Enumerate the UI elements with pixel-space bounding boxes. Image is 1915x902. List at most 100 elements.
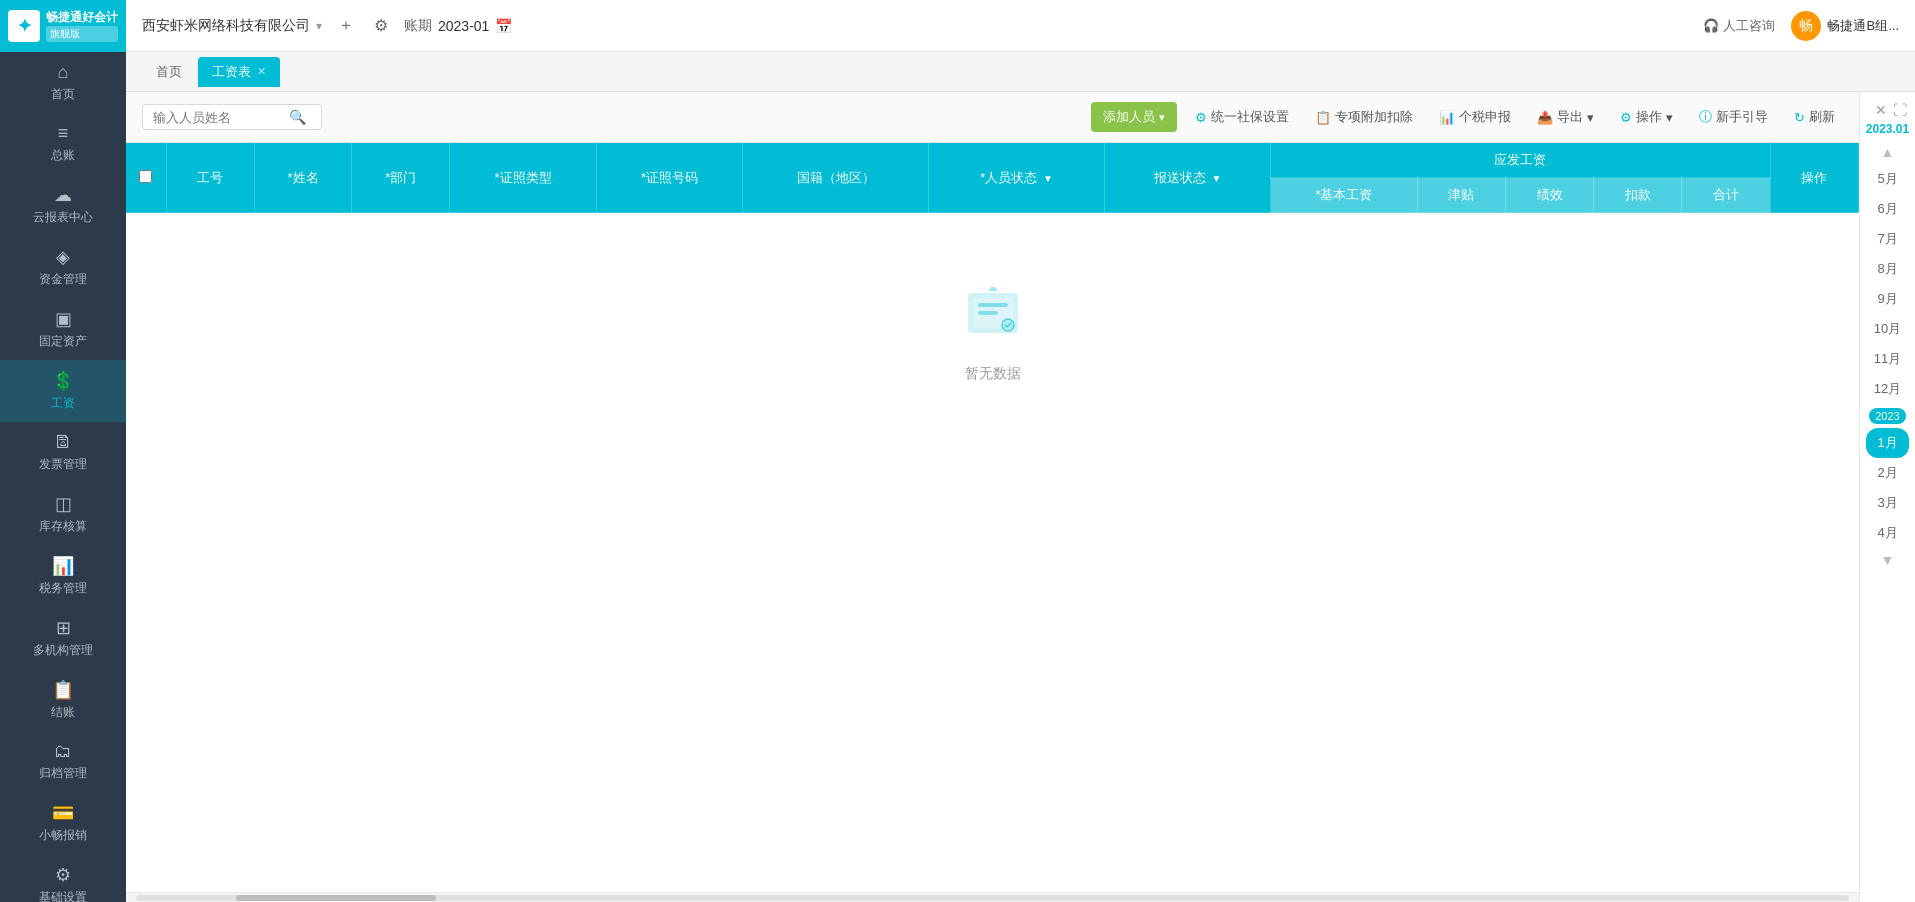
- close-accounts-icon: 📋: [52, 679, 74, 701]
- main-area: 西安虾米网络科技有限公司 ▾ ＋ ⚙ 账期 2023-01 📅 🎧 人工咨询 畅…: [126, 0, 1915, 902]
- home-icon: ⌂: [58, 62, 69, 83]
- month-item-3[interactable]: 3月: [1860, 488, 1915, 518]
- status-filter-icon[interactable]: ▼: [1043, 173, 1053, 184]
- month-item-9[interactable]: 9月: [1860, 284, 1915, 314]
- export-button[interactable]: 📤 导出 ▾: [1529, 104, 1602, 130]
- operations-button[interactable]: ⚙ 操作 ▾: [1612, 104, 1681, 130]
- topbar: 西安虾米网络科技有限公司 ▾ ＋ ⚙ 账期 2023-01 📅 🎧 人工咨询 畅…: [126, 0, 1915, 52]
- calendar-icon[interactable]: 📅: [495, 18, 512, 34]
- th-name: *姓名: [254, 143, 352, 213]
- company-name: 西安虾米网络科技有限公司: [142, 17, 310, 35]
- nav-menu: ⌂ 首页 ≡ 总账 ☁ 云报表中心 ◈ 资金管理 ▣ 固定资产 💲 工资 🖺 发…: [0, 52, 126, 902]
- user-name: 畅捷通B组...: [1827, 17, 1899, 35]
- export-icon: 📤: [1537, 110, 1553, 125]
- th-dept: *部门: [352, 143, 450, 213]
- salary-label: 工资: [51, 395, 75, 412]
- sidebar-item-tax[interactable]: 📊 税务管理: [0, 545, 126, 607]
- user-info[interactable]: 畅 畅捷通B组...: [1791, 11, 1899, 41]
- search-input[interactable]: [153, 110, 283, 125]
- th-status: *人员状态 ▼: [929, 143, 1105, 213]
- cloud-icon: ☁: [54, 184, 72, 206]
- tab-salary[interactable]: 工资表 ✕: [198, 57, 280, 87]
- inventory-icon: ◫: [55, 493, 72, 515]
- th-job-num: 工号: [166, 143, 254, 213]
- sidebar-item-salary[interactable]: 💲 工资: [0, 360, 126, 422]
- tab-home[interactable]: 首页: [142, 57, 196, 87]
- select-all-checkbox[interactable]: [139, 170, 152, 183]
- month-item-10[interactable]: 10月: [1860, 314, 1915, 344]
- extra-deduct-label: 专项附加扣除: [1335, 108, 1413, 126]
- toolbar: 🔍 添加人员 ▾ ⚙ 统一社保设置 📋 专项附加扣除: [126, 92, 1859, 143]
- refresh-button[interactable]: ↻ 刷新: [1786, 104, 1843, 130]
- tabbar: 首页 工资表 ✕: [126, 52, 1915, 92]
- sidebar-item-invoice[interactable]: 🖺 发票管理: [0, 422, 126, 483]
- month-item-12[interactable]: 12月: [1860, 374, 1915, 404]
- sidebar-item-fixed-assets[interactable]: ▣ 固定资产: [0, 298, 126, 360]
- social-security-button[interactable]: ⚙ 统一社保设置: [1187, 104, 1297, 130]
- add-person-button[interactable]: 添加人员 ▾: [1091, 102, 1177, 132]
- cloud-label: 云报表中心: [33, 209, 93, 226]
- tax-label: 税务管理: [39, 580, 87, 597]
- month-item-4[interactable]: 4月: [1860, 518, 1915, 548]
- service-button[interactable]: 🎧 人工咨询: [1703, 17, 1775, 35]
- search-icon: 🔍: [289, 109, 306, 125]
- extra-deduct-icon: 📋: [1315, 110, 1331, 125]
- bottom-scrollbar[interactable]: [126, 892, 1859, 902]
- fund-icon: ◈: [56, 246, 70, 268]
- empty-icon: [953, 273, 1033, 353]
- th-checkbox[interactable]: [126, 143, 166, 213]
- month-item-7[interactable]: 7月: [1860, 224, 1915, 254]
- sidebar-item-settings[interactable]: ⚙ 基础设置: [0, 854, 126, 902]
- avatar: 畅: [1791, 11, 1821, 41]
- guide-button[interactable]: ⓘ 新手引导: [1691, 104, 1776, 130]
- empty-illustration: [953, 273, 1033, 353]
- sidebar-item-fund[interactable]: ◈ 资金管理: [0, 236, 126, 298]
- operations-dropdown-icon: ▾: [1666, 110, 1673, 125]
- company-selector[interactable]: 西安虾米网络科技有限公司 ▾: [142, 17, 322, 35]
- topbar-right: 🎧 人工咨询 畅 畅捷通B组...: [1703, 11, 1899, 41]
- app-logo: ✦ 畅捷通好会计 旗舰版: [0, 0, 126, 52]
- th-base-salary: *基本工资: [1271, 178, 1418, 213]
- add-company-button[interactable]: ＋: [334, 11, 358, 40]
- tab-salary-label: 工资表: [212, 63, 251, 81]
- panel-close-btn[interactable]: ✕: [1875, 102, 1887, 118]
- sidebar-item-multi-org[interactable]: ⊞ 多机构管理: [0, 607, 126, 669]
- month-item-8[interactable]: 8月: [1860, 254, 1915, 284]
- export-dropdown-icon: ▾: [1587, 110, 1594, 125]
- sidebar-item-close[interactable]: 📋 结账: [0, 669, 126, 731]
- export-label: 导出: [1557, 108, 1583, 126]
- month-item-1[interactable]: 1月: [1866, 428, 1909, 458]
- th-report-status: 报送状态 ▼: [1104, 143, 1270, 213]
- home-label: 首页: [51, 86, 75, 103]
- th-allowance: 津贴: [1417, 178, 1505, 213]
- sidebar-item-inventory[interactable]: ◫ 库存核算: [0, 483, 126, 545]
- th-salary-group: 应发工资: [1271, 143, 1771, 178]
- month-scroll-up[interactable]: ▲: [1860, 140, 1915, 164]
- sidebar-item-expense[interactable]: 💳 小畅报销: [0, 792, 126, 854]
- month-item-11[interactable]: 11月: [1860, 344, 1915, 374]
- tab-salary-close[interactable]: ✕: [257, 65, 266, 78]
- tax-report-button[interactable]: 📊 个税申报: [1431, 104, 1519, 130]
- month-item-5[interactable]: 5月: [1860, 164, 1915, 194]
- month-item-2[interactable]: 2月: [1860, 458, 1915, 488]
- sidebar-item-archive[interactable]: 🗂 归档管理: [0, 731, 126, 792]
- sidebar-item-cloud-report[interactable]: ☁ 云报表中心: [0, 174, 126, 236]
- month-scroll-down[interactable]: ▼: [1860, 548, 1915, 572]
- table-container: 工号 *姓名 *部门 *证照类型 *证照号码 国籍（地区） *人员状态 ▼ 报送…: [126, 143, 1859, 892]
- tax-icon: 📊: [52, 555, 74, 577]
- extra-deduct-button[interactable]: 📋 专项附加扣除: [1307, 104, 1421, 130]
- sidebar-item-home[interactable]: ⌂ 首页: [0, 52, 126, 113]
- scroll-thumb[interactable]: [236, 895, 436, 901]
- year-badge[interactable]: 2023: [1869, 408, 1905, 424]
- report-filter-icon[interactable]: ▼: [1211, 173, 1221, 184]
- settings-button[interactable]: ⚙: [370, 12, 392, 39]
- panel-header: ✕ ⛶: [1860, 98, 1915, 118]
- close-label: 结账: [51, 704, 75, 721]
- month-item-6[interactable]: 6月: [1860, 194, 1915, 224]
- month-panel: ✕ ⛶ 2023.01 ▲ 5月 6月 7月 8月 9月 10月 11月 12月…: [1859, 92, 1915, 902]
- content-area: 🔍 添加人员 ▾ ⚙ 统一社保设置 📋 专项附加扣除: [126, 92, 1915, 902]
- svg-rect-3: [978, 311, 998, 315]
- sidebar-item-ledger[interactable]: ≡ 总账: [0, 113, 126, 174]
- th-id-num: *证照号码: [596, 143, 743, 213]
- panel-expand-btn[interactable]: ⛶: [1893, 102, 1907, 118]
